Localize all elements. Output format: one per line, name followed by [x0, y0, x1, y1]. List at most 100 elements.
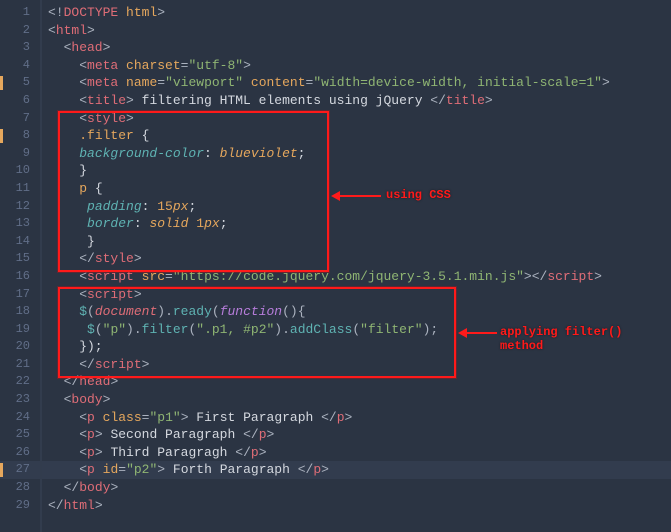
token-txt	[95, 462, 103, 477]
token-punc: >	[87, 23, 95, 38]
line-number: 10	[0, 162, 40, 180]
token-punc: ></	[524, 269, 547, 284]
token-txt	[243, 75, 251, 90]
line-number: 6	[0, 92, 40, 110]
token-txt: filtering HTML elements using jQuery	[134, 93, 430, 108]
token-punc: </	[298, 462, 314, 477]
code-line[interactable]: <p> Third Paragragh </p>	[42, 444, 671, 462]
token-str: "filter"	[360, 322, 422, 337]
token-txt: First Paragraph	[189, 410, 322, 425]
token-punc: >	[142, 357, 150, 372]
code-area[interactable]: <!DOCTYPE html><html> <head> <meta chars…	[42, 0, 671, 532]
line-number: 26	[0, 444, 40, 462]
code-line[interactable]: }	[42, 233, 671, 251]
token-txt	[48, 304, 79, 319]
token-tag: script	[87, 287, 134, 302]
line-number: 1	[0, 4, 40, 22]
code-line[interactable]: padding: 15px;	[42, 198, 671, 216]
code-line[interactable]: </body>	[42, 479, 671, 497]
token-str: "https://code.jquery.com/jquery-3.5.1.mi…	[173, 269, 524, 284]
token-val: solid	[149, 216, 188, 231]
line-number: 19	[0, 321, 40, 339]
code-line[interactable]: <!DOCTYPE html>	[42, 4, 671, 22]
code-line[interactable]: <p> Second Paragraph </p>	[42, 426, 671, 444]
line-number: 28	[0, 479, 40, 497]
token-punc: >	[259, 445, 267, 460]
token-punc: >	[110, 480, 118, 495]
code-line[interactable]: <script src="https://code.jquery.com/jqu…	[42, 268, 671, 286]
token-punc: >	[594, 269, 602, 284]
code-line[interactable]: <body>	[42, 391, 671, 409]
token-tag: style	[95, 251, 134, 266]
token-tag: p	[87, 462, 95, 477]
token-punc: >	[157, 5, 165, 20]
token-punc: </	[235, 445, 251, 460]
token-tag: p	[251, 445, 259, 460]
token-punc: (	[352, 322, 360, 337]
token-punc: <	[48, 427, 87, 442]
token-prop: border	[87, 216, 134, 231]
code-line[interactable]: .filter {	[42, 127, 671, 145]
token-tag: p	[87, 427, 95, 442]
token-tag: p	[337, 410, 345, 425]
token-punc: >	[602, 75, 610, 90]
line-number: 11	[0, 180, 40, 198]
line-number: 24	[0, 409, 40, 427]
token-punc: </	[48, 480, 79, 495]
token-punc: >	[345, 410, 353, 425]
token-tag: title	[446, 93, 485, 108]
token-tag: script	[547, 269, 594, 284]
token-punc: <	[48, 410, 87, 425]
token-punc: (){	[282, 304, 305, 319]
token-punc: <	[48, 462, 87, 477]
token-punc: <	[48, 75, 87, 90]
code-line[interactable]: <style>	[42, 110, 671, 128]
token-txt	[134, 269, 142, 284]
code-line[interactable]: <p id="p2"> Forth Paragraph </p>	[42, 461, 671, 479]
token-punc: ).	[126, 322, 142, 337]
token-punc: <!	[48, 5, 64, 20]
token-tag: title	[87, 93, 126, 108]
token-punc: );	[423, 322, 439, 337]
token-func: ready	[173, 304, 212, 319]
line-number: 14	[0, 233, 40, 251]
line-number: 16	[0, 268, 40, 286]
code-line[interactable]: <title> filtering HTML elements using jQ…	[42, 92, 671, 110]
code-line[interactable]: </style>	[42, 250, 671, 268]
token-txt	[48, 128, 79, 143]
token-jq: $	[87, 322, 95, 337]
code-line[interactable]: </script>	[42, 356, 671, 374]
code-line[interactable]: <head>	[42, 39, 671, 57]
token-punc: >	[157, 462, 165, 477]
code-line[interactable]: $(document).ready(function(){	[42, 303, 671, 321]
token-punc: >	[103, 40, 111, 55]
code-line[interactable]: border: solid 1px;	[42, 215, 671, 233]
token-ident: document	[95, 304, 157, 319]
code-line[interactable]: <p class="p1"> First Paragraph </p>	[42, 409, 671, 427]
token-punc: >	[95, 427, 103, 442]
token-tag: html	[56, 23, 87, 38]
code-line[interactable]: <meta name="viewport" content="width=dev…	[42, 74, 671, 92]
token-txt: :	[134, 216, 150, 231]
token-txt: }	[48, 234, 95, 249]
token-tag: DOCTYPE	[64, 5, 119, 20]
code-line[interactable]: </head>	[42, 373, 671, 391]
code-line[interactable]: background-color: blueviolet;	[42, 145, 671, 163]
token-punc: </	[321, 410, 337, 425]
token-punc: ).	[157, 304, 173, 319]
token-punc: </	[48, 357, 95, 372]
token-attr: src	[142, 269, 165, 284]
line-number: 18	[0, 303, 40, 321]
token-punc: <	[48, 287, 87, 302]
code-line[interactable]: <meta charset="utf-8">	[42, 57, 671, 75]
token-txt: :	[142, 199, 158, 214]
token-txt	[118, 5, 126, 20]
code-line[interactable]: </html>	[42, 497, 671, 515]
token-tag: script	[95, 357, 142, 372]
code-line[interactable]: }	[42, 162, 671, 180]
line-number: 27	[0, 461, 40, 479]
token-txt: Forth Paragraph	[165, 462, 298, 477]
code-line[interactable]: <script>	[42, 286, 671, 304]
gutter: 1234567891011121314151617181920212223242…	[0, 0, 42, 532]
code-line[interactable]: <html>	[42, 22, 671, 40]
